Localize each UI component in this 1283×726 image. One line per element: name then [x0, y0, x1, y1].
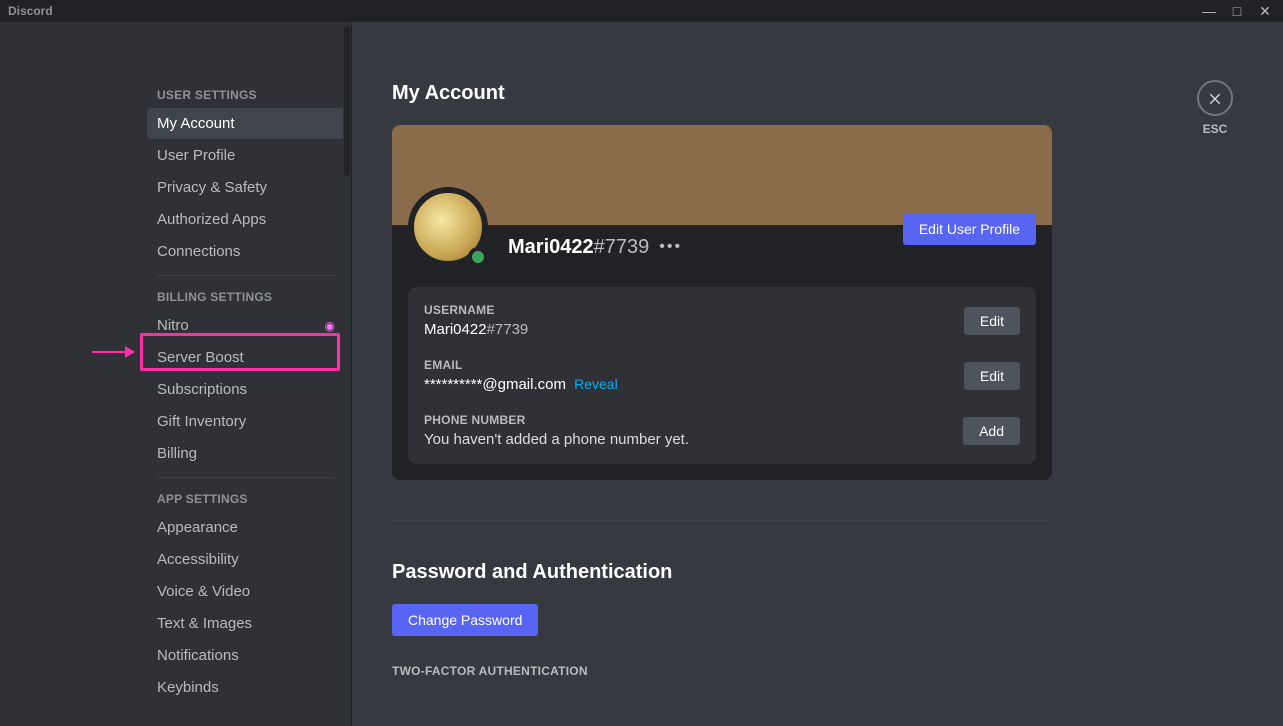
sidebar-item-nitro[interactable]: Nitro ◉ [147, 310, 345, 341]
reveal-email-link[interactable]: Reveal [574, 376, 618, 392]
window-controls: — □ ✕ [1195, 0, 1279, 22]
discriminator-value: #7739 [487, 321, 529, 338]
sidebar-item-text-images[interactable]: Text & Images [147, 608, 345, 639]
app-name: Discord [8, 4, 53, 18]
close-icon [1207, 90, 1223, 106]
edit-user-profile-button[interactable]: Edit User Profile [903, 213, 1036, 245]
sidebar-item-gift-inventory[interactable]: Gift Inventory [147, 406, 345, 437]
change-password-button[interactable]: Change Password [392, 604, 538, 636]
sidebar-scroll-thumb[interactable] [344, 26, 350, 176]
content-area: My Account Mari0422#7739 ••• Edit User P… [352, 22, 1283, 726]
sidebar-item-label: Connections [157, 243, 240, 260]
sidebar-item-label: Server Boost [157, 349, 244, 366]
status-online-icon [468, 247, 488, 267]
sidebar-section-header: USER SETTINGS [147, 82, 345, 108]
username-value: Mari0422 [424, 321, 487, 338]
sidebar-section-header: APP SETTINGS [147, 486, 345, 512]
avatar-wrap[interactable] [408, 187, 492, 271]
sidebar-scrollbar[interactable] [343, 22, 351, 726]
add-phone-button[interactable]: Add [963, 417, 1020, 445]
sidebar-item-label: Keybinds [157, 679, 219, 696]
sidebar-item-label: Privacy & Safety [157, 179, 267, 196]
edit-username-button[interactable]: Edit [964, 307, 1020, 335]
sidebar-item-label: Accessibility [157, 551, 239, 568]
sidebar-section-header: BILLING SETTINGS [147, 284, 345, 310]
field-label: PHONE NUMBER [424, 413, 963, 427]
sidebar-item-connections[interactable]: Connections [147, 236, 345, 267]
page-title: My Account [392, 82, 1052, 105]
sidebar-item-appearance[interactable]: Appearance [147, 512, 345, 543]
sidebar-item-subscriptions[interactable]: Subscriptions [147, 374, 345, 405]
close-settings-button[interactable] [1197, 80, 1233, 116]
sidebar-item-user-profile[interactable]: User Profile [147, 140, 345, 171]
sidebar-item-label: My Account [157, 115, 235, 132]
sidebar-item-voice-video[interactable]: Voice & Video [147, 576, 345, 607]
account-fields: USERNAME Mari0422#7739 Edit EMAIL ******… [408, 287, 1036, 464]
sidebar-item-label: Notifications [157, 647, 239, 664]
sidebar-item-label: Authorized Apps [157, 211, 266, 228]
close-esc-label: ESC [1203, 122, 1228, 136]
field-phone: PHONE NUMBER You haven't added a phone n… [424, 413, 1020, 448]
profile-more-icon[interactable]: ••• [659, 238, 682, 256]
settings-sidebar-wrap: USER SETTINGS My Account User Profile Priva… [0, 22, 352, 726]
window-close-icon[interactable]: ✕ [1251, 0, 1279, 22]
sidebar-item-server-boost[interactable]: Server Boost [147, 342, 345, 373]
email-value: **********@gmail.com [424, 376, 566, 393]
sidebar-item-billing[interactable]: Billing [147, 438, 345, 469]
profile-username: Mari0422 [508, 236, 594, 258]
sidebar-item-privacy-safety[interactable]: Privacy & Safety [147, 172, 345, 203]
two-factor-label: TWO-FACTOR AUTHENTICATION [392, 664, 1052, 678]
sidebar-separator [157, 275, 335, 276]
sidebar-item-accessibility[interactable]: Accessibility [147, 544, 345, 575]
sidebar-item-my-account[interactable]: My Account [147, 108, 345, 139]
settings-sidebar: USER SETTINGS My Account User Profile Priva… [141, 22, 351, 726]
field-username: USERNAME Mari0422#7739 Edit [424, 303, 1020, 338]
profile-discriminator: #7739 [594, 236, 650, 258]
sidebar-item-label: User Profile [157, 147, 235, 164]
nitro-badge-icon: ◉ [325, 319, 335, 333]
account-card: Mari0422#7739 ••• Edit User Profile USER… [392, 125, 1052, 480]
sidebar-item-label: Voice & Video [157, 583, 250, 600]
sidebar-item-label: Subscriptions [157, 381, 247, 398]
divider [392, 520, 1052, 521]
sidebar-item-keybinds[interactable]: Keybinds [147, 672, 345, 703]
sidebar-item-label: Nitro [157, 317, 189, 334]
field-email: EMAIL **********@gmail.com Reveal Edit [424, 358, 1020, 393]
sidebar-item-authorized-apps[interactable]: Authorized Apps [147, 204, 345, 235]
titlebar: Discord — □ ✕ [0, 0, 1283, 22]
annotation-arrow-icon [92, 351, 134, 353]
edit-email-button[interactable]: Edit [964, 362, 1020, 390]
sidebar-item-label: Billing [157, 445, 197, 462]
field-label: EMAIL [424, 358, 964, 372]
sidebar-separator [157, 477, 335, 478]
window-minimize-icon[interactable]: — [1195, 0, 1223, 22]
sidebar-item-label: Appearance [157, 519, 238, 536]
sidebar-item-notifications[interactable]: Notifications [147, 640, 345, 671]
auth-section-title: Password and Authentication [392, 561, 1052, 584]
window-maximize-icon[interactable]: □ [1223, 0, 1251, 22]
field-label: USERNAME [424, 303, 964, 317]
close-settings-wrap: ESC [1197, 80, 1233, 136]
sidebar-item-label: Text & Images [157, 615, 252, 632]
sidebar-item-label: Gift Inventory [157, 413, 246, 430]
phone-note: You haven't added a phone number yet. [424, 431, 963, 448]
